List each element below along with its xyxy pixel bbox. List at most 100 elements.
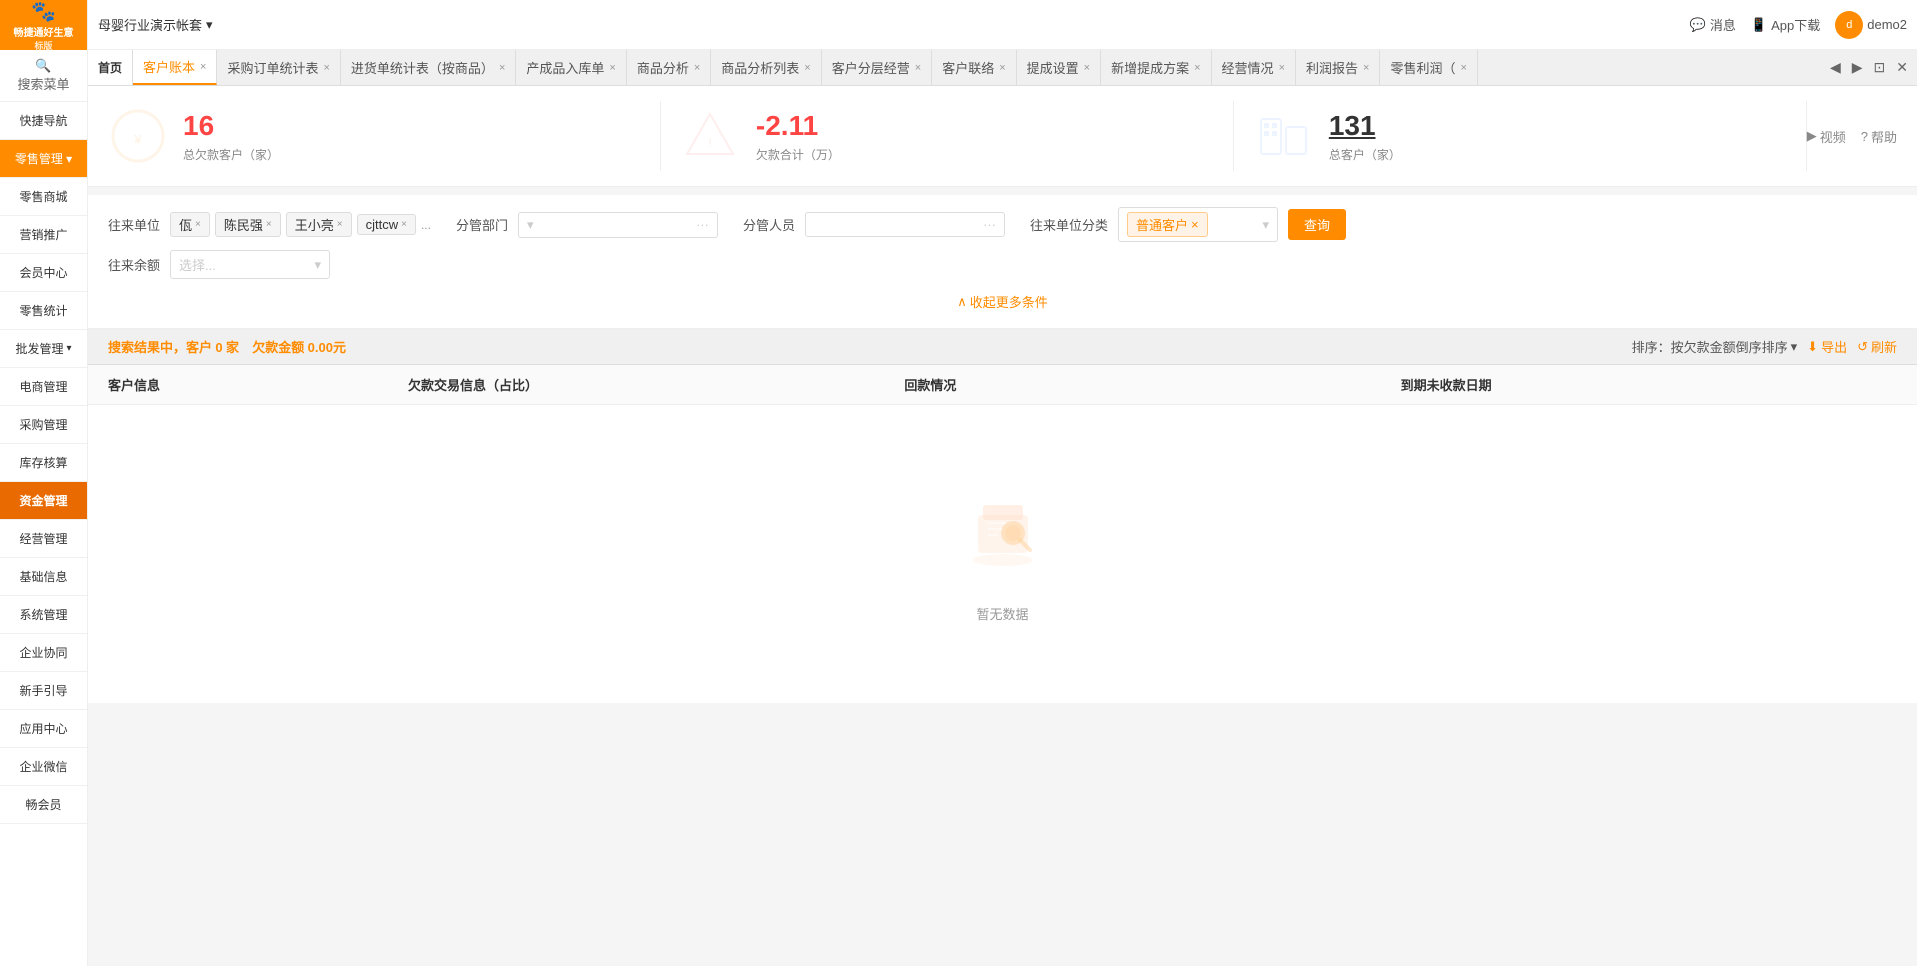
unit-class-selector[interactable]: 普通客户 × ▾ [1118,207,1278,242]
account-selector[interactable]: 母婴行业演示帐套 ▾ [98,15,213,34]
tab-prev-icon[interactable]: ◀ [1826,57,1845,78]
balance-selector[interactable]: 选择... ▾ [170,250,330,279]
tab-expand-icon[interactable]: ⊡ [1870,57,1890,78]
sidebar-item-retail-stats[interactable]: 零售统计 [0,292,87,330]
message-button[interactable]: 💬 消息 [1690,15,1736,34]
tab-customer-contact[interactable]: 客户联络 × [932,50,1016,85]
chevron-down-icon: ▾ [1262,217,1269,233]
export-button[interactable]: ⬇ 导出 [1807,337,1847,356]
tab-close-icon[interactable]: × [915,62,921,74]
sort-selector[interactable]: 排序：按欠款金额倒序排序 ▾ [1632,337,1798,356]
sidebar-item-app-center[interactable]: 应用中心 [0,710,87,748]
empty-text: 暂无数据 [976,604,1028,623]
tab-label: 客户联络 [942,58,994,77]
tab-close-icon[interactable]: × [694,62,700,74]
tab-customer-tier[interactable]: 客户分层经营 × [822,50,932,85]
tab-promotion-settings[interactable]: 提成设置 × [1017,50,1101,85]
sidebar-item-search[interactable]: 🔍 搜索菜单 [0,50,87,102]
result-count: 0 [215,340,222,355]
unit-tag-wangxiaoliang-close[interactable]: × [337,219,343,230]
empty-icon [958,485,1048,594]
tab-close-icon[interactable]: × [1084,62,1090,74]
sidebar-item-purchase[interactable]: 采购管理 [0,406,87,444]
sidebar-item-system[interactable]: 系统管理 [0,596,87,634]
tab-product-analysis-list[interactable]: 商品分析列表 × [711,50,821,85]
unit-tag-cjttcw-close[interactable]: × [401,219,407,230]
tab-close-icon[interactable]: × [1279,62,1285,74]
tab-new-promotion[interactable]: 新增提成方案 × [1101,50,1211,85]
total-customers-number: 131 [1329,110,1401,142]
unit-tag-wa-close[interactable]: × [195,219,201,230]
person-more-icon[interactable]: ··· [983,217,996,232]
export-icon: ⬇ [1807,339,1818,355]
tab-product-stock[interactable]: 产成品入库单 × [516,50,626,85]
sidebar-item-retail-mgmt[interactable]: 零售管理 ▾ [0,140,87,178]
sidebar-item-enterprise-wechat[interactable]: 企业微信 [0,748,87,786]
sidebar-item-inventory[interactable]: 库存核算 [0,444,87,482]
sidebar-search-label: 搜索菜单 [8,74,79,93]
sidebar-item-marketing[interactable]: 营销推广 [0,216,87,254]
refresh-button[interactable]: ↺ 刷新 [1857,337,1897,356]
unit-tags-more[interactable]: ... [421,218,431,232]
tab-business-status[interactable]: 经营情况 × [1212,50,1296,85]
tab-close-icon[interactable]: × [499,62,505,74]
tab-close-icon[interactable]: × [1194,62,1200,74]
tab-product-analysis[interactable]: 商品分析 × [627,50,711,85]
tab-close-all-icon[interactable]: ✕ [1892,57,1912,78]
tab-close-icon[interactable]: × [323,62,329,74]
tab-profit-report[interactable]: 利润报告 × [1296,50,1380,85]
tab-label: 进货单统计表（按商品） [351,58,494,77]
collapse-button[interactable]: ∧ 收起更多条件 [957,292,1048,311]
person-selector[interactable]: ··· [805,212,1005,237]
balance-filter-label: 往来余额 [108,255,160,274]
sidebar-item-quick-nav[interactable]: 快捷导航 [0,102,87,140]
app-download-button[interactable]: 📱 App下载 [1751,15,1820,34]
video-link[interactable]: ▶ 视频 [1807,127,1846,146]
unit-class-tag-close[interactable]: × [1191,217,1199,232]
sidebar-item-enterprise-coop[interactable]: 企业协同 [0,634,87,672]
dept-more-icon[interactable]: ··· [696,217,709,232]
amount-value: 0.00元 [308,340,346,355]
tab-close-icon[interactable]: × [999,62,1005,74]
sidebar-item-capital[interactable]: 资金管理 [0,482,87,520]
user-menu[interactable]: d demo2 [1835,11,1907,39]
unit-tag-cjttcw[interactable]: cjttcw × [357,214,416,235]
chevron-down-icon: ▾ [314,257,321,273]
sidebar-item-member[interactable]: 会员中心 [0,254,87,292]
export-label: 导出 [1821,337,1847,356]
tab-close-icon[interactable]: × [1460,62,1466,74]
tab-close-icon[interactable]: × [200,61,206,73]
sidebar-item-basic-info[interactable]: 基础信息 [0,558,87,596]
unit-tag-chenminqiang-close[interactable]: × [266,219,272,230]
unit-tag-wangxiaoliang[interactable]: 王小亮 × [286,212,352,237]
tab-retail-profit[interactable]: 零售利润（ × [1380,50,1477,85]
tab-close-icon[interactable]: × [609,62,615,74]
page-content: ¥ 16 总欠款客户（家） ! -2.11 欠款合计（万） [88,86,1917,966]
sidebar-item-ecommerce[interactable]: 电商管理 [0,368,87,406]
tab-close-icon[interactable]: × [804,62,810,74]
sidebar-item-new-guide[interactable]: 新手引导 [0,672,87,710]
tab-purchase-order[interactable]: 采购订单统计表 × [217,50,340,85]
unit-class-tag: 普通客户 × [1127,212,1208,237]
main-area: 母婴行业演示帐套 ▾ 💬 消息 📱 App下载 d demo2 首页 客户账本 … [88,0,1917,966]
dept-selector[interactable]: ▾ ··· [518,212,718,238]
tab-home[interactable]: 首页 [88,50,133,85]
amount-label: 欠款金额 [252,340,304,355]
sidebar-item-retail-mall[interactable]: 零售商城 [0,178,87,216]
sidebar-item-batch-mgmt[interactable]: 批发管理 ▾ [0,330,87,368]
unit-tag-wa[interactable]: 佤 × [170,212,210,237]
tab-close-icon[interactable]: × [1363,62,1369,74]
sidebar-item-business[interactable]: 经营管理 [0,520,87,558]
tab-label: 利润报告 [1306,58,1358,77]
filter-row-balance: 往来余额 选择... ▾ [108,250,1897,279]
tab-label: 客户账本 [143,57,195,76]
overdue-customers-label: 总欠款客户（家） [183,146,279,163]
tab-stock-stat[interactable]: 进货单统计表（按商品） × [341,50,516,85]
tab-customer-capital[interactable]: 客户账本 × [133,50,217,85]
sidebar-item-free-member[interactable]: 畅会员 [0,786,87,824]
help-link[interactable]: ? 帮助 [1861,127,1897,146]
query-button[interactable]: 查询 [1288,209,1346,240]
tab-next-icon[interactable]: ▶ [1848,57,1867,78]
unit-tag-chenminqiang[interactable]: 陈民强 × [215,212,281,237]
tab-label: 商品分析 [637,58,689,77]
